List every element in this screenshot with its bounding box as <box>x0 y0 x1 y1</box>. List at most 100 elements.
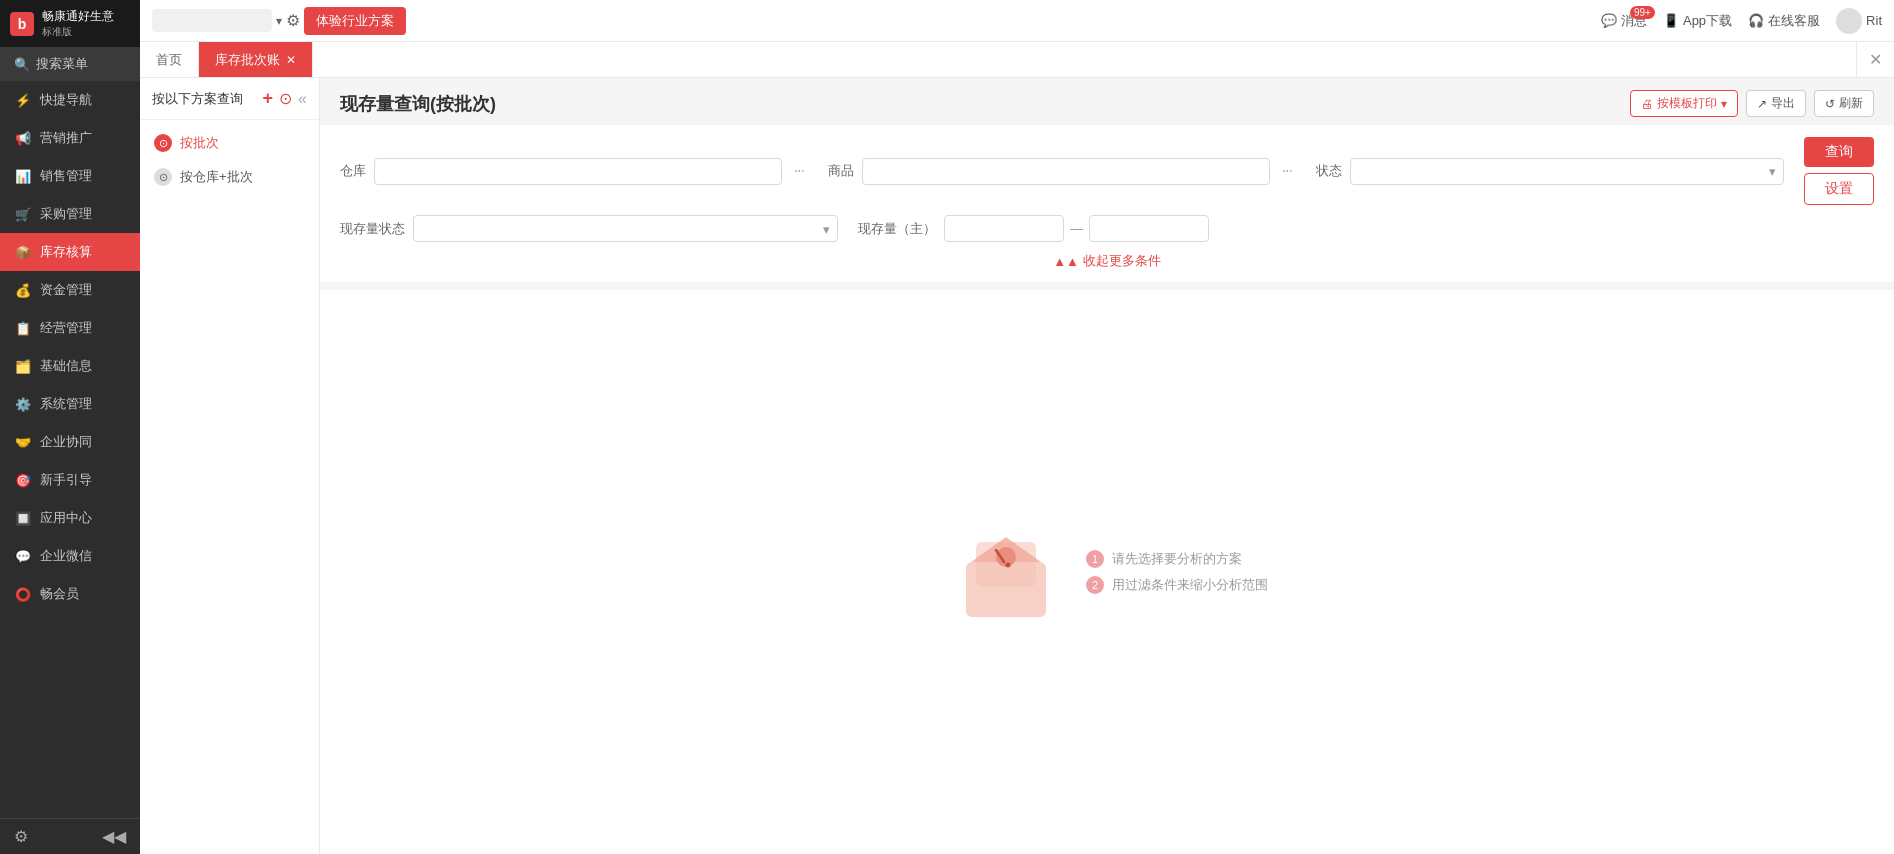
product-input[interactable] <box>862 158 1270 185</box>
tab-home[interactable]: 首页 <box>140 42 199 77</box>
sidebar-item-label: 资金管理 <box>40 281 92 299</box>
stock-qty-range: — <box>944 215 1356 242</box>
page-header: 现存量查询(按批次) 🖨 按模板打印 ▾ ↗ 导出 ↺ 刷新 <box>320 78 1894 125</box>
nav-search-input[interactable] <box>152 9 272 32</box>
sidebar-item-member[interactable]: ⭕ 畅会员 <box>0 575 140 613</box>
warehouse-label: 仓库 <box>340 162 366 180</box>
sidebar-item-system[interactable]: ⚙️ 系统管理 <box>0 385 140 423</box>
tab-close-icon[interactable]: ✕ <box>286 53 296 67</box>
scheme-warehouse-batch-label: 按仓库+批次 <box>180 168 253 186</box>
left-panel-items: ⊙ 按批次 ⊙ 按仓库+批次 <box>140 120 319 854</box>
collapse-panel-button[interactable]: « <box>298 90 307 108</box>
filter-area: 仓库 ··· 商品 ··· 状态 <box>320 125 1894 282</box>
experience-button[interactable]: 体验行业方案 <box>304 7 406 35</box>
export-icon: ↗ <box>1757 97 1767 111</box>
app-logo: b <box>10 12 34 36</box>
warehouse-dots[interactable]: ··· <box>790 162 808 180</box>
company-name: 畅康通好生意 <box>42 8 114 25</box>
product-dots[interactable]: ··· <box>1278 162 1296 180</box>
messages-button[interactable]: 💬 消息 99+ <box>1601 12 1647 30</box>
online-service-button[interactable]: 🎧 在线客服 <box>1748 12 1820 30</box>
purchase-icon: 🛒 <box>14 205 32 223</box>
messages-badge: 99+ <box>1630 6 1655 19</box>
left-panel-title: 按以下方案查询 <box>152 90 243 108</box>
sidebar-item-guide[interactable]: 🎯 新手引导 <box>0 461 140 499</box>
filter-row-2: 现存量状态 现存量（主） — <box>340 215 1874 242</box>
sidebar-collapse-button[interactable]: ◀◀ <box>102 827 126 846</box>
sidebar-item-label: 基础信息 <box>40 357 92 375</box>
sidebar-item-label: 新手引导 <box>40 471 92 489</box>
main-container: ▾ ⚙ 体验行业方案 💬 消息 99+ 📱 App下载 🎧 在线客服 Rit <box>140 0 1894 854</box>
enterprise-icon: 🤝 <box>14 433 32 451</box>
tip1-num: 1 <box>1086 550 1104 568</box>
scheme-batch[interactable]: ⊙ 按批次 <box>140 126 319 160</box>
member-icon: ⭕ <box>14 585 32 603</box>
sidebar-item-sales[interactable]: 📊 销售管理 <box>0 157 140 195</box>
product-label: 商品 <box>828 162 854 180</box>
add-scheme-button[interactable]: + <box>263 88 274 109</box>
stock-qty-to[interactable] <box>1089 215 1209 242</box>
sidebar-footer: ⚙ ◀◀ <box>0 818 140 854</box>
stock-status-select[interactable] <box>413 215 838 242</box>
wechat-icon: 💬 <box>14 547 32 565</box>
scheme-batch-label: 按批次 <box>180 134 219 152</box>
sidebar-item-finance[interactable]: 💰 资金管理 <box>0 271 140 309</box>
close-all-tabs-button[interactable]: ✕ <box>1856 42 1894 77</box>
sidebar-search[interactable]: 🔍 搜索菜单 <box>0 47 140 81</box>
sidebar-item-label: 系统管理 <box>40 395 92 413</box>
sidebar-item-inventory[interactable]: 📦 库存核算 <box>0 233 140 271</box>
filter-stock-status: 现存量状态 <box>340 215 838 242</box>
collapse-label: 收起更多条件 <box>1083 252 1161 270</box>
sidebar-item-shortcuts[interactable]: ⚡ 快捷导航 <box>0 81 140 119</box>
search-icon: 🔍 <box>14 57 30 72</box>
app-download-button[interactable]: 📱 App下载 <box>1663 12 1732 30</box>
empty-tip-2: 2 用过滤条件来缩小分析范围 <box>1086 576 1268 594</box>
sidebar-item-apps[interactable]: 🔲 应用中心 <box>0 499 140 537</box>
tab-inventory-batch-label: 库存批次账 <box>215 51 280 69</box>
query-button[interactable]: 查询 <box>1804 137 1874 167</box>
export-label: 导出 <box>1771 95 1795 112</box>
sidebar-item-marketing[interactable]: 📢 营销推广 <box>0 119 140 157</box>
collapse-up-icon: ▲▲ <box>1053 254 1079 269</box>
sidebar-item-wechat[interactable]: 💬 企业微信 <box>0 537 140 575</box>
sidebar-item-label: 畅会员 <box>40 585 79 603</box>
sidebar-item-purchase[interactable]: 🛒 采购管理 <box>0 195 140 233</box>
nav-dropdown-button[interactable]: ▾ <box>276 14 282 28</box>
sidebar-item-basic[interactable]: 🗂️ 基础信息 <box>0 347 140 385</box>
left-panel-header: 按以下方案查询 + ⊙ « <box>140 78 319 120</box>
refresh-button[interactable]: ↺ 刷新 <box>1814 90 1874 117</box>
search-label: 搜索菜单 <box>36 55 88 73</box>
left-panel-actions: + ⊙ « <box>263 88 307 109</box>
export-button[interactable]: ↗ 导出 <box>1746 90 1806 117</box>
sidebar-item-label: 库存核算 <box>40 243 92 261</box>
user-area[interactable]: Rit <box>1836 8 1882 34</box>
settings-filter-button[interactable]: 设置 <box>1804 173 1874 205</box>
sidebar-item-label: 快捷导航 <box>40 91 92 109</box>
stock-qty-dash: — <box>1070 221 1083 236</box>
filter-buttons: 查询 设置 <box>1804 137 1874 205</box>
status-select[interactable] <box>1350 158 1784 185</box>
tip2-text: 用过滤条件来缩小分析范围 <box>1112 576 1268 594</box>
print-button[interactable]: 🖨 按模板打印 ▾ <box>1630 90 1738 117</box>
empty-tip-1: 1 请先选择要分析的方案 <box>1086 550 1268 568</box>
settings-scheme-button[interactable]: ⊙ <box>279 89 292 108</box>
nav-settings-button[interactable]: ⚙ <box>286 11 300 30</box>
svg-point-5 <box>1006 563 1011 568</box>
sidebar-item-enterprise[interactable]: 🤝 企业协同 <box>0 423 140 461</box>
sidebar-item-operation[interactable]: 📋 经营管理 <box>0 309 140 347</box>
right-content: 现存量查询(按批次) 🖨 按模板打印 ▾ ↗ 导出 ↺ 刷新 <box>320 78 1894 854</box>
shortcuts-icon: ⚡ <box>14 91 32 109</box>
stock-qty-from[interactable] <box>944 215 1064 242</box>
scheme-warehouse-batch[interactable]: ⊙ 按仓库+批次 <box>140 160 319 194</box>
collapse-filter-button[interactable]: ▲▲ 收起更多条件 <box>1053 252 1161 270</box>
warehouse-input[interactable] <box>374 158 782 185</box>
tab-inventory-batch[interactable]: 库存批次账 ✕ <box>199 42 313 77</box>
sidebar-settings-button[interactable]: ⚙ <box>14 827 28 846</box>
top-nav: ▾ ⚙ 体验行业方案 💬 消息 99+ 📱 App下载 🎧 在线客服 Rit <box>140 0 1894 42</box>
filter-product: 商品 ··· <box>828 158 1296 185</box>
print-dropdown-icon[interactable]: ▾ <box>1721 97 1727 111</box>
tab-bar: 首页 库存批次账 ✕ ✕ <box>140 42 1894 78</box>
tip1-text: 请先选择要分析的方案 <box>1112 550 1242 568</box>
status-label: 状态 <box>1316 162 1342 180</box>
empty-illustration <box>946 512 1066 632</box>
